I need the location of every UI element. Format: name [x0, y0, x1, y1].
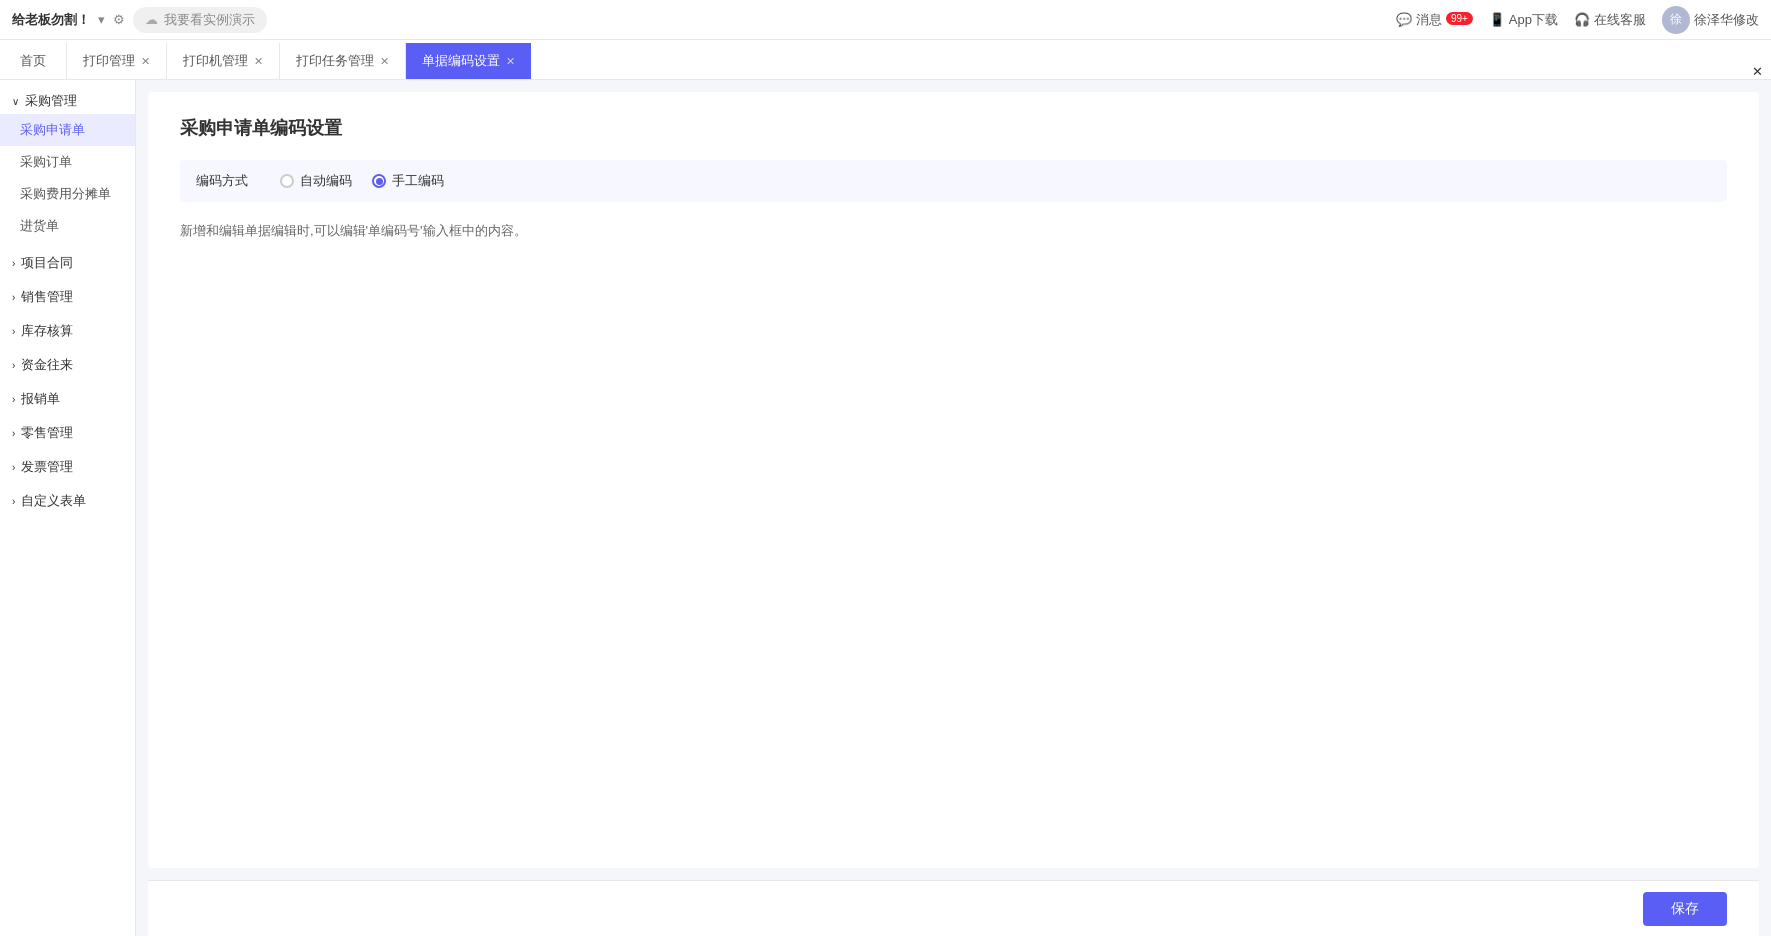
tab-print-management[interactable]: 打印管理 ✕: [67, 43, 167, 79]
dropdown-icon[interactable]: ▾: [98, 12, 105, 27]
topbar-right: 💬 消息 99 📱 App下载 🎧 在线客服 徐 徐泽华修改: [1396, 6, 1759, 34]
online-service-label: 在线客服: [1594, 11, 1646, 29]
chevron-right-icon-custom: ›: [12, 496, 15, 507]
radio-manual-label: 手工编码: [392, 172, 444, 190]
radio-manual-circle: [372, 174, 386, 188]
tabbar: 首页 打印管理 ✕ 打印机管理 ✕ 打印任务管理 ✕ 单据编码设置 ✕ ✕: [0, 40, 1771, 80]
sidebar-group-sales-title[interactable]: › 销售管理: [0, 280, 135, 310]
page-title: 采购申请单编码设置: [180, 116, 1727, 140]
sidebar-group-invoice-title[interactable]: › 发票管理: [0, 450, 135, 480]
sidebar-group-retail: › 零售管理: [0, 416, 135, 446]
sidebar-group-capital-label: 资金往来: [21, 356, 73, 374]
search-placeholder-text: 我要看实例演示: [164, 11, 255, 29]
sidebar-item-purchase-expense-label: 采购费用分摊单: [20, 185, 111, 203]
sidebar-item-stock-in[interactable]: 进货单: [0, 210, 135, 242]
radio-auto-circle: [280, 174, 294, 188]
content-footer: 保存: [148, 880, 1759, 936]
sidebar-group-reimburse-title[interactable]: › 报销单: [0, 382, 135, 412]
tab-print-task-close[interactable]: ✕: [380, 56, 389, 67]
sidebar-item-purchase-request[interactable]: 采购申请单: [0, 114, 135, 146]
search-bar[interactable]: ☁ 我要看实例演示: [133, 7, 267, 33]
sidebar-group-purchase-label: 采购管理: [25, 92, 77, 110]
sidebar-group-custom-form: › 自定义表单: [0, 484, 135, 514]
sidebar-group-invoice: › 发票管理: [0, 450, 135, 480]
sidebar-item-purchase-order[interactable]: 采购订单: [0, 146, 135, 178]
tab-printer-management-label: 打印机管理: [183, 52, 248, 70]
sidebar-item-stock-in-label: 进货单: [20, 217, 59, 235]
online-service-button[interactable]: 🎧 在线客服: [1574, 11, 1646, 29]
message-badge: 99: [1446, 12, 1473, 25]
radio-auto-encoding[interactable]: 自动编码: [280, 172, 352, 190]
sidebar: ∨ 采购管理 采购申请单 采购订单 采购费用分摊单 进货单 › 项目合同: [0, 80, 136, 936]
app-icon: 📱: [1489, 12, 1505, 27]
sidebar-group-project: › 项目合同: [0, 246, 135, 276]
avatar: 徐: [1662, 6, 1690, 34]
tab-single-doc-encoding[interactable]: 单据编码设置 ✕: [406, 43, 531, 79]
user-menu[interactable]: 徐 徐泽华修改: [1662, 6, 1759, 34]
sidebar-group-inventory-label: 库存核算: [21, 322, 73, 340]
sidebar-group-capital: › 资金往来: [0, 348, 135, 378]
app-download-button[interactable]: 📱 App下载: [1489, 11, 1558, 29]
radio-manual-encoding[interactable]: 手工编码: [372, 172, 444, 190]
sidebar-item-purchase-order-label: 采购订单: [20, 153, 72, 171]
app-download-label: App下载: [1509, 11, 1558, 29]
sidebar-group-purchase: ∨ 采购管理 采购申请单 采购订单 采购费用分摊单 进货单: [0, 84, 135, 242]
sidebar-group-inventory-title[interactable]: › 库存核算: [0, 314, 135, 344]
sidebar-group-purchase-title[interactable]: ∨ 采购管理: [0, 84, 135, 114]
tab-print-task-label: 打印任务管理: [296, 52, 374, 70]
chevron-down-icon: ∨: [12, 96, 19, 107]
radio-group: 自动编码 手工编码: [280, 172, 444, 190]
chevron-right-icon-sales: ›: [12, 292, 15, 303]
tab-home[interactable]: 首页: [0, 43, 67, 79]
tab-printer-management[interactable]: 打印机管理 ✕: [167, 43, 280, 79]
message-icon: 💬: [1396, 12, 1412, 27]
settings-icon[interactable]: ⚙: [113, 12, 125, 27]
tab-single-doc-encoding-label: 单据编码设置: [422, 52, 500, 70]
sidebar-group-custom-form-title[interactable]: › 自定义表单: [0, 484, 135, 514]
hint-text: 新增和编辑单据编辑时,可以编辑'单编码号'输入框中的内容。: [180, 222, 1727, 240]
sidebar-group-retail-label: 零售管理: [21, 424, 73, 442]
service-icon: 🎧: [1574, 12, 1590, 27]
chevron-right-icon-invoice: ›: [12, 462, 15, 473]
close-tab-button[interactable]: ✕: [1752, 64, 1771, 79]
topbar: 给老板勿割！ ▾ ⚙ ☁ 我要看实例演示 💬 消息 99 📱 App下载 🎧 在…: [0, 0, 1771, 40]
user-name: 徐泽华修改: [1694, 11, 1759, 29]
sidebar-group-project-title[interactable]: › 项目合同: [0, 246, 135, 276]
topbar-left: 给老板勿割！ ▾ ⚙ ☁ 我要看实例演示: [12, 7, 267, 33]
tab-print-management-label: 打印管理: [83, 52, 135, 70]
radio-auto-label: 自动编码: [300, 172, 352, 190]
logo-text: 给老板勿割！: [12, 11, 90, 29]
encoding-label: 编码方式: [196, 172, 256, 190]
save-button[interactable]: 保存: [1643, 892, 1727, 926]
tab-printer-management-close[interactable]: ✕: [254, 56, 263, 67]
chevron-right-icon-reimburse: ›: [12, 394, 15, 405]
sidebar-group-reimburse: › 报销单: [0, 382, 135, 412]
main-content: 采购申请单编码设置 编码方式 自动编码 手工编码 新增和编辑单据编辑时,可以编辑…: [136, 80, 1771, 936]
message-label: 消息: [1416, 11, 1442, 29]
message-button[interactable]: 💬 消息 99: [1396, 11, 1473, 29]
chevron-right-icon-project: ›: [12, 258, 15, 269]
sidebar-group-sales-label: 销售管理: [21, 288, 73, 306]
sidebar-item-purchase-request-label: 采购申请单: [20, 121, 85, 139]
chevron-right-icon-inventory: ›: [12, 326, 15, 337]
encoding-row: 编码方式 自动编码 手工编码: [180, 160, 1727, 202]
chevron-right-icon-retail: ›: [12, 428, 15, 439]
sidebar-group-reimburse-label: 报销单: [21, 390, 60, 408]
tab-single-doc-encoding-close[interactable]: ✕: [506, 56, 515, 67]
tab-print-task[interactable]: 打印任务管理 ✕: [280, 43, 406, 79]
sidebar-item-purchase-expense[interactable]: 采购费用分摊单: [0, 178, 135, 210]
sidebar-group-project-label: 项目合同: [21, 254, 73, 272]
tab-print-management-close[interactable]: ✕: [141, 56, 150, 67]
sidebar-group-capital-title[interactable]: › 资金往来: [0, 348, 135, 378]
tab-home-label: 首页: [20, 52, 46, 70]
content-area: 采购申请单编码设置 编码方式 自动编码 手工编码 新增和编辑单据编辑时,可以编辑…: [148, 92, 1759, 868]
sidebar-group-custom-form-label: 自定义表单: [21, 492, 86, 510]
sidebar-group-retail-title[interactable]: › 零售管理: [0, 416, 135, 446]
cloud-icon: ☁: [145, 12, 158, 27]
sidebar-group-inventory: › 库存核算: [0, 314, 135, 344]
sidebar-group-sales: › 销售管理: [0, 280, 135, 310]
sidebar-group-invoice-label: 发票管理: [21, 458, 73, 476]
chevron-right-icon-capital: ›: [12, 360, 15, 371]
main-layout: ∨ 采购管理 采购申请单 采购订单 采购费用分摊单 进货单 › 项目合同: [0, 80, 1771, 936]
